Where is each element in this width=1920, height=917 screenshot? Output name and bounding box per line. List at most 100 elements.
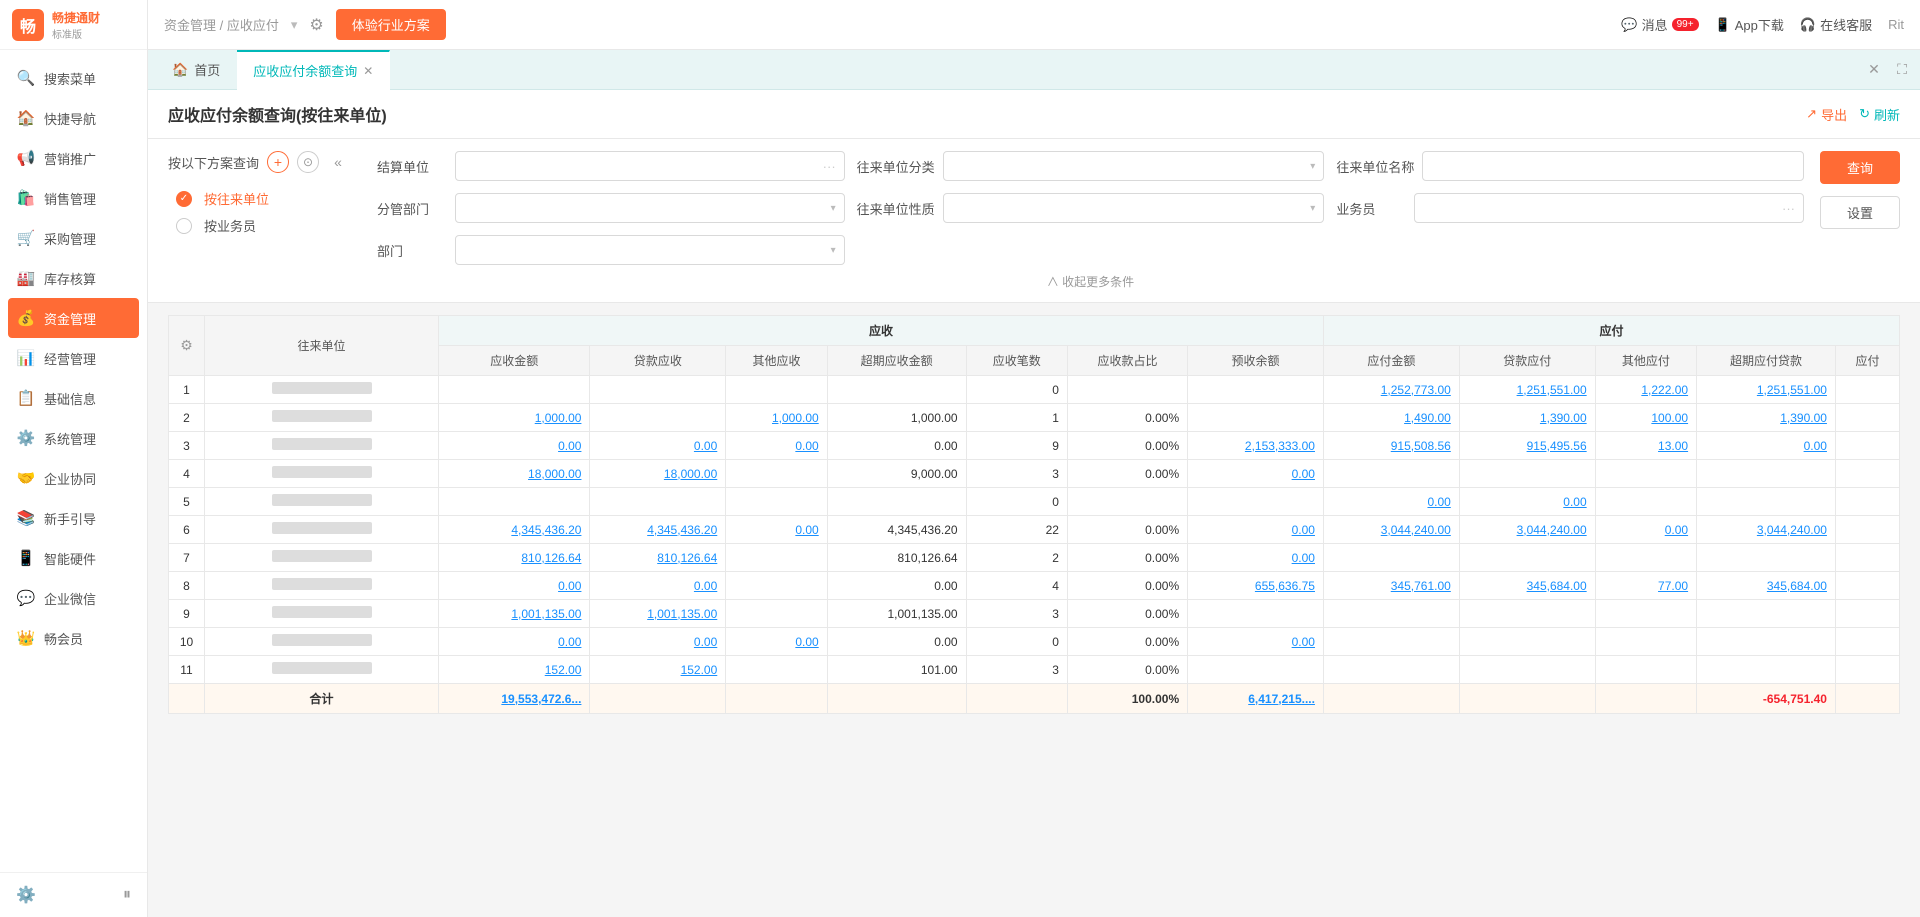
dept-manager-input[interactable]: ▾: [455, 193, 845, 223]
export-label: 导出: [1821, 105, 1847, 124]
table-body: 1 01,252,773.001,251,551.001,222.001,251…: [169, 376, 1900, 684]
wechat-icon: 💬: [16, 588, 36, 608]
sidebar-item-system[interactable]: ⚙️ 系统管理: [0, 418, 147, 458]
sidebar-item-finance[interactable]: 💰 资金管理: [8, 298, 139, 338]
settings-bottom-icon[interactable]: ⚙️: [16, 885, 36, 905]
filter-setting-button[interactable]: ⊙: [297, 151, 319, 173]
sidebar-item-guide[interactable]: 📚 新手引导: [0, 498, 147, 538]
page-title: 应收应付余额查询(按往来单位): [168, 102, 387, 138]
tab-home[interactable]: 🏠 首页: [156, 50, 237, 90]
filter-option-salesman[interactable]: 按业务员: [168, 212, 349, 239]
collapse-icon[interactable]: ⏸: [123, 886, 131, 904]
sidebar-item-hardware[interactable]: 📱 智能硬件: [0, 538, 147, 578]
sidebar-item-inventory[interactable]: 🏭 库存核算: [0, 258, 147, 298]
th-pay-amount: 应付金额: [1323, 346, 1459, 376]
sidebar-item-quick[interactable]: 🏠 快捷导航: [0, 98, 147, 138]
query-button[interactable]: 查询: [1820, 151, 1900, 184]
footer-other-recv: [726, 684, 827, 714]
sidebar-item-enterprise[interactable]: 🤝 企业协同: [0, 458, 147, 498]
dept-input[interactable]: ▾: [455, 235, 845, 265]
sidebar-item-label: 销售管理: [44, 189, 96, 208]
page-header: 应收应付余额查询(按往来单位) ↗ 导出 ↻ 刷新: [148, 90, 1920, 139]
th-group-receivable: 应收: [439, 316, 1324, 346]
filter-add-button[interactable]: +: [267, 151, 289, 173]
sidebar-item-sales[interactable]: 🛍️ 销售管理: [0, 178, 147, 218]
partner-nature-input[interactable]: ▾: [943, 193, 1325, 223]
inventory-icon: 🏭: [16, 268, 36, 288]
th-prepaid: 预收余额: [1188, 346, 1324, 376]
industry-solution-button[interactable]: 体验行业方案: [336, 9, 446, 40]
salesman-input[interactable]: ···: [1414, 193, 1804, 223]
sidebar-item-label: 经营管理: [44, 349, 96, 368]
logo-icon: 畅: [12, 9, 44, 41]
th-payable-col: 应付: [1835, 346, 1899, 376]
tab-close-icon[interactable]: ✕: [363, 64, 373, 78]
table-row: 9 1,001,135.001,001,135.001,001,135.0030…: [169, 600, 1900, 628]
sidebar-item-operation[interactable]: 📊 经营管理: [0, 338, 147, 378]
table-settings-button[interactable]: ⚙: [180, 337, 193, 354]
logo-edition: 标准版: [52, 26, 100, 41]
breadcrumb-text: 资金管理 / 应收应付: [164, 15, 279, 34]
filter-row-partner-nature: 往来单位性质 ▾: [857, 193, 1325, 223]
tab-query[interactable]: 应收应付余额查询 ✕: [237, 50, 390, 90]
partner-option-dot: ✓: [176, 191, 192, 207]
th-group-payable: 应付: [1323, 316, 1899, 346]
enterprise-icon: 🤝: [16, 468, 36, 488]
sidebar-item-marketing[interactable]: 📢 营销推广: [0, 138, 147, 178]
filter-grid: 结算单位 ··· 往来单位分类 ▾: [377, 151, 1804, 265]
finance-icon: 💰: [16, 308, 36, 328]
filter-row-settlement: 结算单位 ···: [377, 151, 845, 181]
sidebar-item-label: 新手引导: [44, 509, 96, 528]
filter-row-partner-name: 往来单位名称: [1336, 151, 1804, 181]
message-label: 消息: [1642, 15, 1668, 34]
partner-category-label: 往来单位分类: [857, 157, 935, 176]
partner-name-input[interactable]: [1422, 151, 1804, 181]
logo-text: 畅捷通财 标准版: [52, 9, 100, 41]
footer-label: 合计: [205, 684, 439, 714]
th-recv-amount: 应收金额: [439, 346, 590, 376]
sidebar-item-wechat[interactable]: 💬 企业微信: [0, 578, 147, 618]
app-download-label: App下载: [1735, 15, 1784, 34]
settlement-input[interactable]: ···: [455, 151, 845, 181]
maximize-window-button[interactable]: ⛶: [1892, 60, 1912, 80]
th-overdue-recv: 超期应收金额: [827, 346, 966, 376]
table-footer-row: 合计 19,553,472.6... 100.00% 6,417,215....…: [169, 684, 1900, 714]
collapse-more-button[interactable]: ∧ 收起更多条件: [1047, 273, 1134, 290]
sidebar-item-purchase[interactable]: 🛒 采购管理: [0, 218, 147, 258]
sidebar-item-label: 基础信息: [44, 389, 96, 408]
main-container: 资金管理 / 应收应付 ▾ ⚙ 体验行业方案 💬 消息 99+ 📱 App下载 …: [148, 0, 1920, 917]
tab-window-controls: ✕ ⛶: [1864, 60, 1912, 80]
topbar-gear-icon[interactable]: ⚙: [309, 15, 323, 35]
sidebar-item-label: 采购管理: [44, 229, 96, 248]
salesman-option-dot: [176, 218, 192, 234]
sidebar-logo: 畅 畅捷通财 标准版: [0, 0, 147, 50]
sidebar-item-member[interactable]: 👑 畅会员: [0, 618, 147, 658]
table-settings-header: ⚙: [169, 316, 205, 376]
table-row: 5 00.000.00: [169, 488, 1900, 516]
table-row: 7 810,126.64810,126.64810,126.6420.00%0.…: [169, 544, 1900, 572]
sidebar-item-basic[interactable]: 📋 基础信息: [0, 378, 147, 418]
footer-prepaid[interactable]: 6,417,215....: [1188, 684, 1324, 714]
sidebar-item-label: 库存核算: [44, 269, 96, 288]
th-loan-pay: 贷款应付: [1459, 346, 1595, 376]
sidebar-item-search[interactable]: 🔍 搜索菜单: [0, 58, 147, 98]
refresh-button[interactable]: ↻ 刷新: [1859, 105, 1900, 124]
close-window-button[interactable]: ✕: [1864, 60, 1884, 80]
sidebar-bottom: ⚙️ ⏸: [0, 872, 147, 917]
guide-icon: 📚: [16, 508, 36, 528]
export-button[interactable]: ↗ 导出: [1806, 105, 1847, 124]
topbar-message[interactable]: 💬 消息 99+: [1621, 15, 1698, 34]
topbar-online-service[interactable]: 🎧 在线客服: [1800, 15, 1872, 34]
dept-manager-arrow-icon: ▾: [831, 203, 836, 214]
filter-collapse-button[interactable]: «: [327, 151, 349, 173]
partner-category-input[interactable]: ▾: [943, 151, 1325, 181]
setting-button[interactable]: 设置: [1820, 196, 1900, 229]
filter-option-partner[interactable]: ✓ 按往来单位: [168, 185, 349, 212]
filter-row-partner-category: 往来单位分类 ▾: [857, 151, 1325, 181]
footer-recv-amount[interactable]: 19,553,472.6...: [439, 684, 590, 714]
table-row: 2 1,000.001,000.001,000.0010.00%1,490.00…: [169, 404, 1900, 432]
dept-label: 部门: [377, 241, 447, 260]
system-icon: ⚙️: [16, 428, 36, 448]
th-overdue-pay: 超期应付贷款: [1697, 346, 1836, 376]
topbar-app-download[interactable]: 📱 App下载: [1715, 15, 1784, 34]
